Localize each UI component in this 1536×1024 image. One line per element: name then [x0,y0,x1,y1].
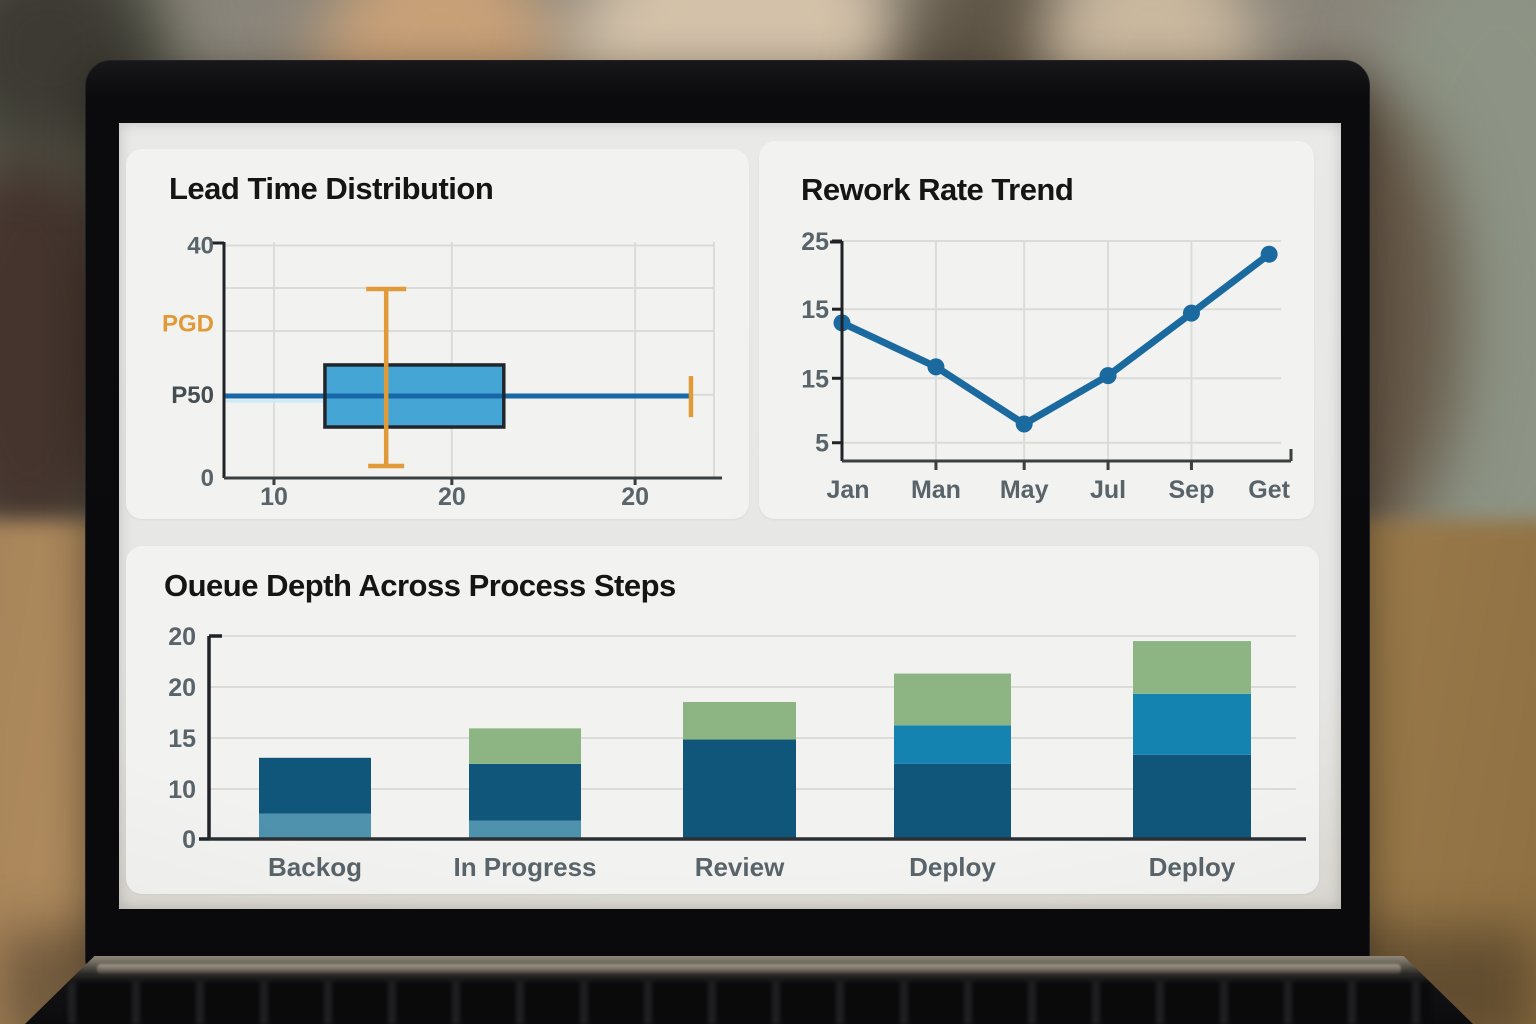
data-point [927,358,945,376]
y-tick-label: 0 [201,465,214,492]
x-tick-label: Sep [1169,476,1215,504]
laptop-keyboard [68,982,1430,1024]
bar-segment-steel [259,813,371,839]
lead-time-boxplot-chart: 10 20 20 40 PGD P50 0 [162,233,722,511]
bar-segment-green [894,673,1011,726]
x-tick-label: 10 [260,483,288,511]
laptop-base [25,956,1473,1024]
rework-rate-line-chart: 25 15 15 5 Jan Man May Jul Sep Get [801,228,1293,504]
data-point [1099,367,1117,385]
bar-segment-navy [1133,754,1251,839]
x-tick-label: Jul [1090,476,1126,504]
photo-of-laptop-dashboard: Lead Time Distribution 10 20 20 40 PGD P50 0 R… [0,0,1536,1024]
bar-label: Deploy [909,852,996,882]
bar-segment-green [683,701,796,740]
bar-segment-steel [469,820,581,839]
y-tick-label: P50 [171,382,214,409]
bar-segment-teal [1133,693,1251,755]
bar-segment-navy [469,763,581,821]
y-tick-label: 5 [815,430,829,458]
x-tick-label: Man [911,476,961,504]
x-tick-label: May [1000,476,1049,504]
y-tick-label: 25 [801,228,829,256]
bar-segment-green [1133,641,1251,694]
x-tick-label: Get [1248,476,1290,504]
x-tick-label: 20 [438,483,466,511]
bar-label: In Progress [453,852,596,882]
bar-segment-green [469,728,581,764]
y-tick-label: 10 [168,776,196,804]
rework-rate-panel: Rework Rate Trend 25 15 15 5 Jan Man May Jul Sep… [759,141,1314,519]
laptop-screen: Lead Time Distribution 10 20 20 40 PGD P50 0 R… [119,123,1341,909]
queue-depth-panel: Oueue Depth Across Process Steps 20 20 15 1… [126,546,1319,894]
y-tick-label: 15 [168,725,196,753]
y-tick-label: 15 [801,365,829,393]
bar-label: Backog [268,852,362,882]
y-tick-label: 0 [182,826,196,854]
laptop-hinge [97,964,1401,974]
bar-segment-navy [683,739,796,839]
lead-time-panel: Lead Time Distribution 10 20 20 40 PGD P50 0 [126,149,749,519]
laptop-lid: Lead Time Distribution 10 20 20 40 PGD P50 0 R… [85,60,1370,970]
y-tick-label: PGD [162,310,214,337]
x-tick-label: Jan [826,476,869,504]
y-tick-label: 40 [187,233,214,260]
y-tick-label: 20 [168,674,196,702]
data-point [1260,245,1278,263]
bar-segment-teal [894,725,1011,764]
y-tick-label: 15 [801,296,829,324]
trend-line [838,250,1273,428]
bar-segment-navy [894,763,1011,839]
y-tick-label: 20 [168,623,196,651]
bar-label: Deploy [1149,852,1236,882]
queue-depth-bar-chart: 20 20 15 10 0 Backog In Progress Review Deploy De… [168,623,1306,882]
data-point [1182,304,1200,322]
data-point [1015,415,1033,433]
bar-label: Review [695,852,785,882]
bar-segment-navy [259,757,371,814]
x-tick-label: 20 [621,483,649,511]
